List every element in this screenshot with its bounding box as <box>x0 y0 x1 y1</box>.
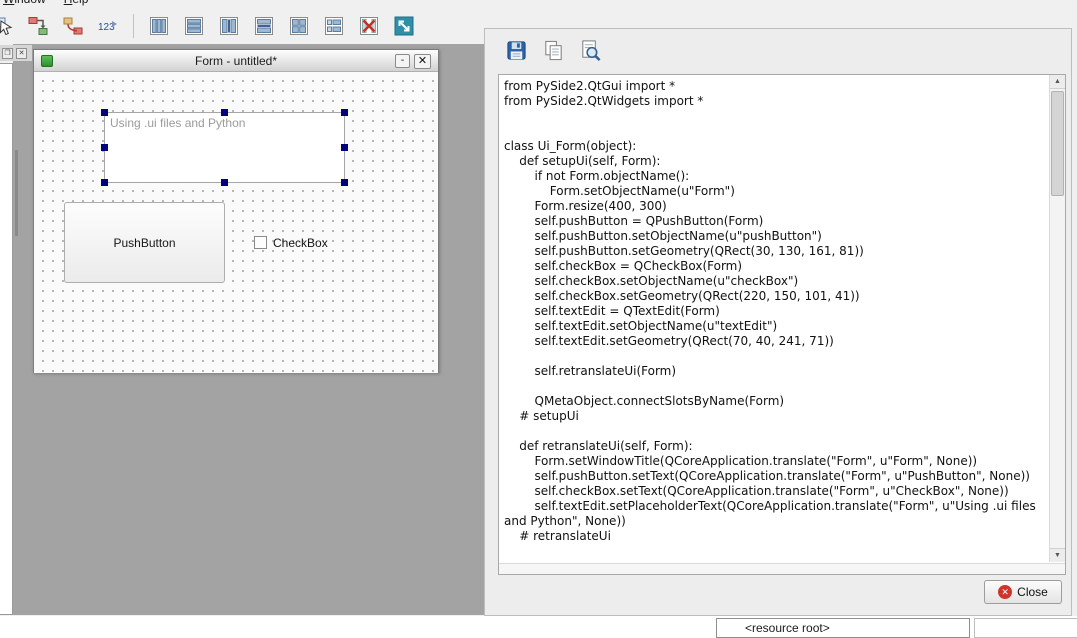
code-line: Form.setWindowTitle(QCoreApplication.tra… <box>504 454 1049 469</box>
close-dialog-button[interactable]: ✕ Close <box>984 580 1062 604</box>
code-line: if not Form.objectName(): <box>504 169 1049 184</box>
find-button[interactable] <box>577 37 603 63</box>
code-line: self.pushButton.setText(QCoreApplication… <box>504 469 1049 484</box>
checkbox-widget[interactable]: CheckBox <box>254 222 355 263</box>
code-line: self.textEdit.setPlaceholderText(QCoreAp… <box>504 499 1049 514</box>
horizontal-scrollbar[interactable] <box>499 563 1065 574</box>
code-text[interactable]: from PySide2.QtGui import *from PySide2.… <box>499 75 1049 562</box>
selection-handle[interactable] <box>341 109 348 116</box>
edit-widgets-icon[interactable] <box>0 13 16 39</box>
close-x-icon: ✕ <box>998 585 1012 599</box>
break-layout-icon[interactable] <box>356 13 382 39</box>
code-line <box>504 124 1049 139</box>
scrollbar-thumb[interactable] <box>1051 91 1064 196</box>
save-icon <box>505 39 528 62</box>
code-line: self.checkBox.setObjectName(u"checkBox") <box>504 274 1049 289</box>
code-line: self.retranslateUi(Form) <box>504 364 1049 379</box>
code-line <box>504 109 1049 124</box>
scrollbar-fragment[interactable] <box>15 150 18 236</box>
main-toolbar: 123 <box>0 13 417 39</box>
vertical-scrollbar[interactable]: ▲ ▼ <box>1049 75 1065 562</box>
layout-form-icon[interactable] <box>321 13 347 39</box>
selection-handle[interactable] <box>221 109 228 116</box>
code-line: # retranslateUi <box>504 529 1049 544</box>
resource-root-item[interactable]: <resource root> <box>745 621 830 635</box>
adjust-size-icon[interactable] <box>391 13 417 39</box>
form-canvas[interactable]: Using .ui files and Python PushButton Ch… <box>34 72 438 373</box>
code-line: self.checkBox = QCheckBox(Form) <box>504 259 1049 274</box>
dialog-toolbar <box>503 37 603 63</box>
menu-item[interactable]: Help <box>64 0 89 6</box>
find-icon <box>579 39 602 62</box>
textedit-widget[interactable]: Using .ui files and Python <box>104 112 345 183</box>
splitter-horizontal-icon[interactable] <box>216 13 242 39</box>
scroll-down-icon[interactable]: ▼ <box>1050 548 1065 562</box>
code-view[interactable]: from PySide2.QtGui import *from PySide2.… <box>498 74 1066 575</box>
copy-button[interactable] <box>540 37 566 63</box>
save-button[interactable] <box>503 37 529 63</box>
code-line <box>504 424 1049 439</box>
code-line: self.textEdit.setObjectName(u"textEdit") <box>504 319 1049 334</box>
scroll-up-icon[interactable]: ▲ <box>1050 75 1065 89</box>
code-line: self.checkBox.setText(QCoreApplication.t… <box>504 484 1049 499</box>
layout-horizontal-icon[interactable] <box>146 13 172 39</box>
splitter-vertical-icon[interactable] <box>251 13 277 39</box>
code-line: self.pushButton.setObjectName(u"pushButt… <box>504 229 1049 244</box>
textedit-placeholder: Using .ui files and Python <box>110 116 245 130</box>
checkbox-label: CheckBox <box>273 236 328 250</box>
close-button-label: Close <box>1017 585 1048 599</box>
code-line: def retranslateUi(self, Form): <box>504 439 1049 454</box>
dock-close-icon[interactable]: ✕ <box>16 48 27 59</box>
selection-handle[interactable] <box>341 144 348 151</box>
code-line <box>504 379 1049 394</box>
copy-icon <box>542 39 565 62</box>
code-line: from PySide2.QtWidgets import * <box>504 94 1049 109</box>
code-line: Form.resize(400, 300) <box>504 199 1049 214</box>
code-line: self.textEdit = QTextEdit(Form) <box>504 304 1049 319</box>
code-line: from PySide2.QtGui import * <box>504 79 1049 94</box>
menubar: Window Help <box>3 0 203 9</box>
menu-item[interactable]: Window <box>3 0 46 6</box>
layout-grid-icon[interactable] <box>286 13 312 39</box>
dock-titlebar: ❐ ✕ <box>0 45 32 61</box>
selection-handle[interactable] <box>101 179 108 186</box>
code-line: QMetaObject.connectSlotsByName(Form) <box>504 394 1049 409</box>
code-line: def setupUi(self, Form): <box>504 154 1049 169</box>
selection-handle[interactable] <box>221 179 228 186</box>
selection-handle[interactable] <box>101 109 108 116</box>
code-line: self.textEdit.setGeometry(QRect(70, 40, … <box>504 334 1049 349</box>
code-line <box>504 349 1049 364</box>
code-line: self.checkBox.setGeometry(QRect(220, 150… <box>504 289 1049 304</box>
edit-signals-slots-icon[interactable] <box>25 13 51 39</box>
code-line: # setupUi <box>504 409 1049 424</box>
close-button[interactable]: ✕ <box>414 54 431 69</box>
pushbutton-widget[interactable]: PushButton <box>64 202 225 283</box>
selection-handle[interactable] <box>101 144 108 151</box>
layout-vertical-icon[interactable] <box>181 13 207 39</box>
code-line: class Ui_Form(object): <box>504 139 1049 154</box>
code-line: self.pushButton.setGeometry(QRect(30, 13… <box>504 244 1049 259</box>
edit-tab-order-icon[interactable]: 123 <box>95 13 121 39</box>
code-line: self.pushButton = QPushButton(Form) <box>504 214 1049 229</box>
form-window-title: Form - untitled* <box>34 50 438 72</box>
toolbar-separator <box>133 14 134 38</box>
form-editor-window: Form - untitled* - ✕ Using .ui files and… <box>33 49 439 373</box>
qt-designer-window: Window Help 123 <box>0 0 1077 638</box>
code-line: and Python", None)) <box>504 514 1049 529</box>
form-window-titlebar[interactable]: Form - untitled* - ✕ <box>34 50 438 72</box>
code-line: Form.setObjectName(u"Form") <box>504 184 1049 199</box>
checkbox-indicator[interactable] <box>254 236 267 249</box>
widget-box-panel-fragment <box>0 63 13 615</box>
dock-float-icon[interactable]: ❐ <box>2 48 13 59</box>
minimize-button[interactable]: - <box>395 54 410 68</box>
code-preview-dialog: from PySide2.QtGui import *from PySide2.… <box>484 28 1072 616</box>
panel-fragment <box>974 618 1077 638</box>
selection-handle[interactable] <box>341 179 348 186</box>
edit-buddies-icon[interactable] <box>60 13 86 39</box>
resource-browser-fragment[interactable]: <resource root> <box>716 618 970 638</box>
